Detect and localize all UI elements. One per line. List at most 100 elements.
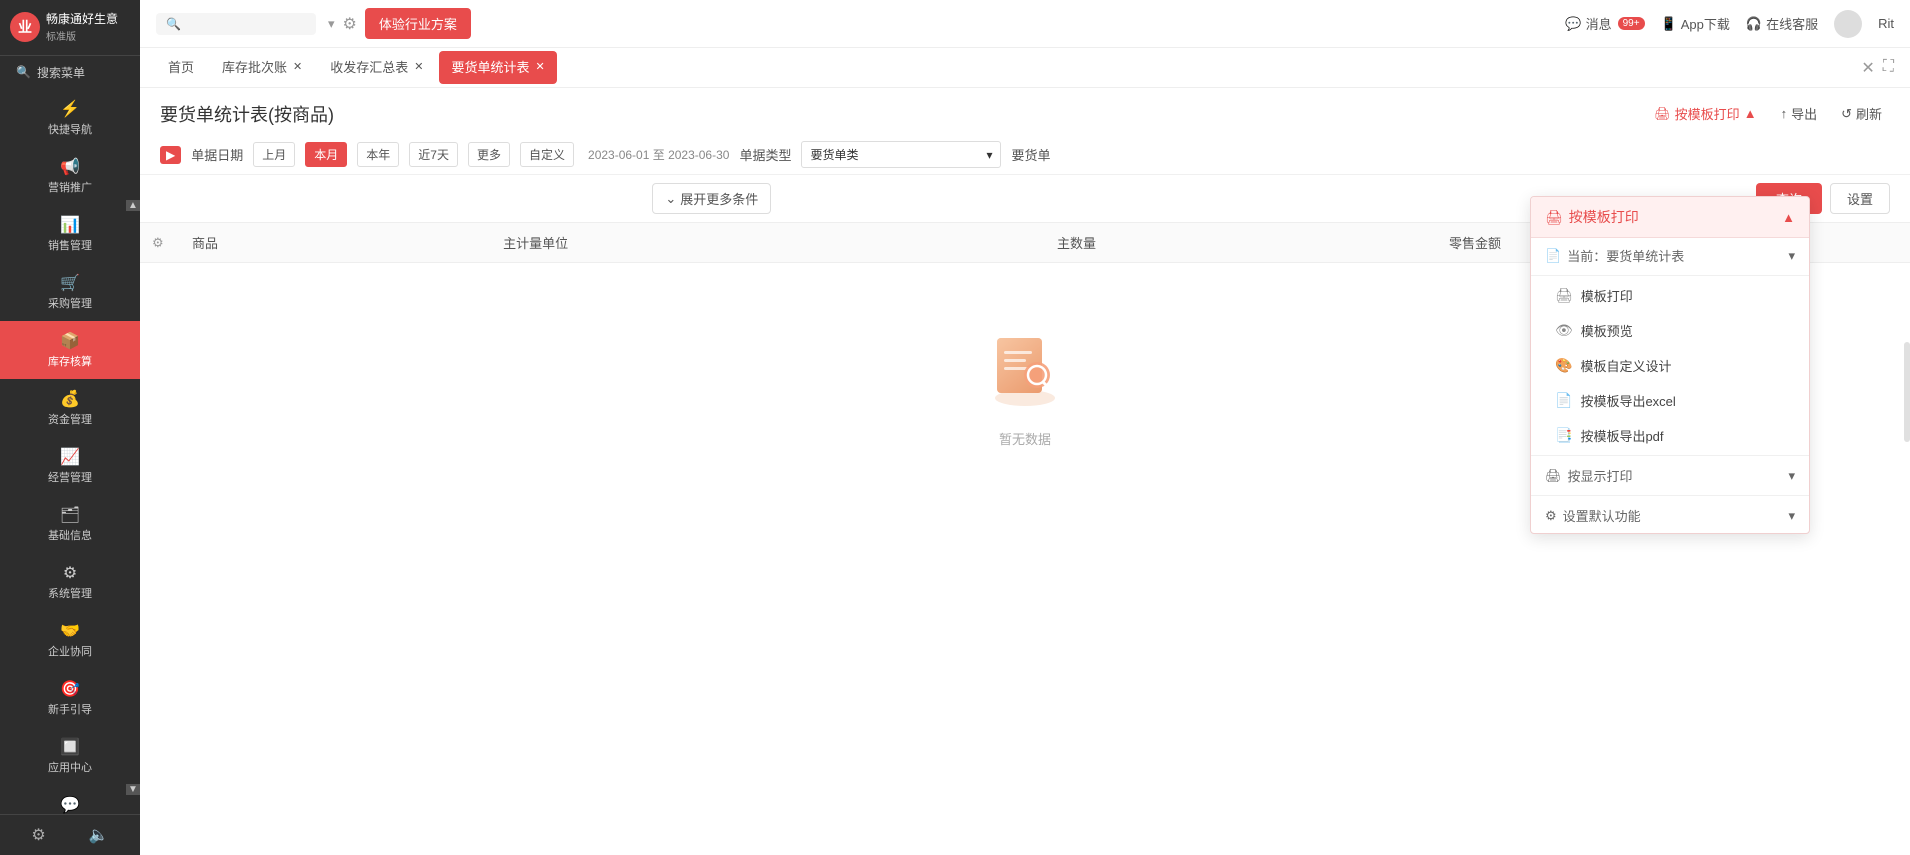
app-download-label: App下载	[1681, 14, 1730, 33]
tab-receipt-summary-close[interactable]: ✕	[414, 60, 423, 73]
sidebar-item-marketing[interactable]: 📢 营销推广	[0, 147, 140, 205]
window-close-btn[interactable]: ✕	[1861, 58, 1874, 78]
sidebar-item-sales[interactable]: 📊 销售管理	[0, 205, 140, 263]
app-logo: 业 畅康通好生意 标准版	[0, 0, 140, 56]
dropdown-item-template-print[interactable]: 🖨 模板打印	[1531, 278, 1809, 313]
date-btn-this-month[interactable]: 本月	[305, 142, 347, 167]
main-area: 🔍 ▾ ⚙ 体验行业方案 💬 消息 99+ 📱 App下载 🎧 在线客服 Rit	[140, 0, 1910, 855]
sidebar-scroll-down[interactable]: ▼	[126, 784, 140, 795]
tab-order-stats-close[interactable]: ✕	[536, 60, 545, 73]
sidebar-item-appstore[interactable]: 🔲 应用中心	[0, 727, 140, 785]
right-scrollbar[interactable]	[1904, 342, 1910, 442]
sidebar-search[interactable]: 🔍 搜索菜单	[0, 56, 140, 89]
app-download-button[interactable]: 📱 App下载	[1661, 14, 1730, 33]
print-template-chevron: ▲	[1744, 106, 1757, 121]
template-print-icon: 🖨	[1555, 287, 1573, 304]
expand-more-icon: ⌄	[665, 191, 676, 207]
table-th-unit: 主计量单位	[491, 223, 1045, 263]
template-preview-icon: 👁	[1555, 322, 1573, 339]
sidebar-item-finance[interactable]: 💰 资金管理	[0, 379, 140, 437]
tab-order-stats[interactable]: 要货单统计表 ✕	[439, 51, 556, 84]
enterprise-icon: 🤝	[60, 621, 80, 641]
sidebar-nav: ⚡ 快捷导航 📢 营销推广 📊 销售管理 🛒 采购管理 📦 库存核算 💰 资金管…	[0, 89, 140, 814]
print-template-button[interactable]: 🖨 按模板打印 ▲	[1646, 100, 1764, 127]
dropdown-item-template-design[interactable]: 🎨 模板自定义设计	[1531, 348, 1809, 383]
expand-more-button[interactable]: ⌄ 展开更多条件	[652, 183, 771, 214]
sidebar-scroll-up[interactable]: ▲	[126, 200, 140, 211]
message-button[interactable]: 💬 消息 99+	[1565, 14, 1644, 33]
order-type-label: 要货单	[1011, 145, 1050, 164]
sidebar-label-quick-nav: 快捷导航	[48, 121, 92, 137]
dropdown-default-section[interactable]: ⚙ 设置默认功能 ▾	[1531, 498, 1809, 533]
page-content: 要货单统计表(按商品) 🖨 按模板打印 ▲ ↑ 导出 ↺ 刷新	[140, 88, 1910, 855]
sidebar-item-operation[interactable]: 📈 经营管理	[0, 437, 140, 495]
tab-inventory-batch-close[interactable]: ✕	[293, 60, 302, 73]
settings-bottom-icon[interactable]: ⚙	[31, 825, 45, 845]
settings-button[interactable]: 设置	[1830, 183, 1890, 214]
quick-nav-icon: ⚡	[60, 99, 80, 119]
template-preview-label: 模板预览	[1581, 321, 1633, 340]
app-name: 畅康通好生意	[46, 12, 118, 28]
tab-home[interactable]: 首页	[156, 51, 206, 84]
display-print-icon: 🖨	[1545, 468, 1562, 484]
template-design-label: 模板自定义设计	[1580, 356, 1671, 375]
dropdown-title: 🖨 按模板打印	[1545, 207, 1639, 227]
system-icon: ⚙	[63, 563, 77, 583]
date-btn-more[interactable]: 更多	[468, 142, 510, 167]
sidebar-label-inventory: 库存核算	[48, 353, 92, 369]
dropdown-header: 🖨 按模板打印 ▲	[1531, 197, 1809, 238]
dropdown-item-template-preview[interactable]: 👁 模板预览	[1531, 313, 1809, 348]
app-version: 标准版	[46, 28, 118, 43]
tab-receipt-summary-label: 收发存汇总表	[330, 57, 408, 76]
date-btn-last-7[interactable]: 近7天	[409, 142, 458, 167]
date-btn-this-year[interactable]: 本年	[357, 142, 399, 167]
print-template-label: 按模板打印	[1675, 104, 1740, 123]
logo-icon: 业	[10, 12, 40, 42]
export-label: 导出	[1791, 104, 1817, 123]
toolbar: 🖨 按模板打印 ▲ ↑ 导出 ↺ 刷新	[1646, 100, 1890, 127]
page-title: 要货单统计表(按商品)	[160, 101, 334, 127]
sidebar-item-enterprise[interactable]: 🤝 企业协同	[0, 611, 140, 669]
sidebar-item-inventory[interactable]: 📦 库存核算	[0, 321, 140, 379]
template-design-icon: 🎨	[1555, 357, 1572, 374]
refresh-label: 刷新	[1856, 104, 1882, 123]
date-btn-last-month[interactable]: 上月	[253, 142, 295, 167]
refresh-button[interactable]: ↺ 刷新	[1833, 100, 1890, 127]
type-filter-label: 单据类型	[739, 145, 791, 164]
window-maximize-btn[interactable]: ⛶	[1883, 58, 1894, 78]
app-download-icon: 📱	[1661, 16, 1677, 32]
appstore-icon: 🔲	[60, 737, 80, 757]
sidebar-item-quick-nav[interactable]: ⚡ 快捷导航	[0, 89, 140, 147]
display-print-chevron: ▾	[1788, 468, 1795, 484]
message-badge: 99+	[1618, 17, 1645, 30]
tab-inventory-batch[interactable]: 库存批次账 ✕	[210, 51, 314, 84]
online-service-button[interactable]: 🎧 在线客服	[1746, 14, 1818, 33]
type-filter-chevron: ▾	[986, 148, 992, 162]
header-search-bar[interactable]: 🔍	[156, 13, 316, 35]
sidebar-item-system[interactable]: ⚙ 系统管理	[0, 553, 140, 611]
dropdown-display-section[interactable]: 🖨 按显示打印 ▾	[1531, 458, 1809, 493]
trial-button[interactable]: 体验行业方案	[365, 8, 471, 39]
export-button[interactable]: ↑ 导出	[1773, 100, 1826, 127]
type-filter-select[interactable]: 要货单类 ▾	[801, 141, 1001, 168]
filter-bar: ▶ 单据日期 上月 本月 本年 近7天 更多 自定义 2023-06-01 至 …	[140, 135, 1910, 175]
audio-icon[interactable]: 🔈	[89, 825, 109, 845]
header-settings-icon[interactable]: ⚙	[343, 14, 357, 34]
dropdown-current-section[interactable]: 📄 当前：要货单统计表 ▾	[1531, 238, 1809, 273]
dropdown-item-template-excel[interactable]: 📄 按模板导出excel	[1531, 383, 1809, 418]
table-settings-icon[interactable]: ⚙	[152, 235, 164, 250]
sidebar-item-guide[interactable]: 🎯 新手引导	[0, 669, 140, 727]
date-filter-label: 单据日期	[191, 145, 243, 164]
dropdown-item-template-pdf[interactable]: 📑 按模板导出pdf	[1531, 418, 1809, 453]
header-dropdown-icon[interactable]: ▾	[328, 16, 335, 32]
basic-icon: 🗂	[60, 505, 80, 525]
dropdown-up-chevron[interactable]: ▲	[1782, 210, 1795, 225]
date-btn-custom[interactable]: 自定义	[520, 142, 574, 167]
sidebar-item-purchase[interactable]: 🛒 采购管理	[0, 263, 140, 321]
sidebar-item-wechat[interactable]: 💬 企业微信	[0, 785, 140, 814]
default-func-icon: ⚙	[1545, 508, 1557, 524]
user-avatar[interactable]	[1834, 10, 1862, 38]
tab-receipt-summary[interactable]: 收发存汇总表 ✕	[318, 51, 435, 84]
filter-expand-icon[interactable]: ▶	[160, 146, 181, 164]
sidebar-item-basic[interactable]: 🗂 基础信息	[0, 495, 140, 553]
